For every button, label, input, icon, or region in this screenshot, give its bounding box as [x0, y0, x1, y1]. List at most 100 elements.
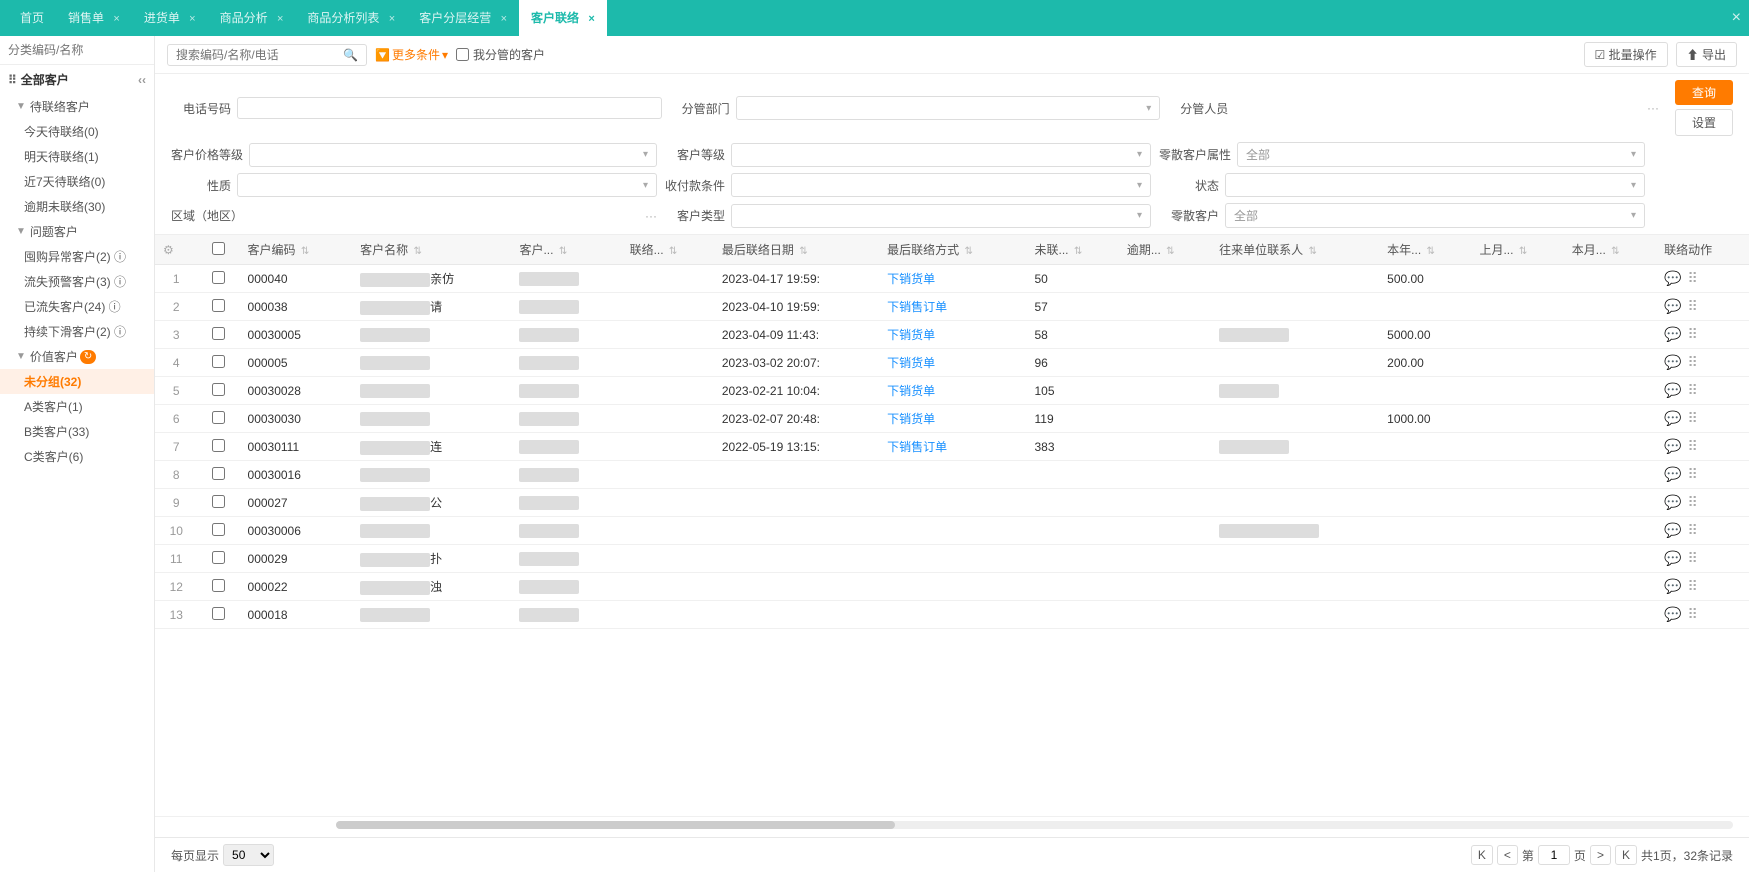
sidebar-churned[interactable]: 已流失客户(24) ⓘ: [0, 294, 154, 319]
nav-analysis[interactable]: 商品分析 ×: [208, 0, 296, 36]
message-icon[interactable]: 💬: [1664, 270, 1681, 287]
sort-icon[interactable]: ⇅: [669, 246, 677, 257]
nav-customer-tier[interactable]: 客户分层经营 ×: [407, 0, 519, 36]
message-icon[interactable]: 💬: [1664, 382, 1681, 399]
grid-action-icon[interactable]: ⠿: [1688, 466, 1698, 483]
nav-analysis-list[interactable]: 商品分析列表 ×: [295, 0, 407, 36]
row-checkbox[interactable]: [212, 383, 225, 396]
message-icon[interactable]: 💬: [1664, 354, 1681, 371]
message-icon[interactable]: 💬: [1664, 410, 1681, 427]
horizontal-scrollbar[interactable]: [336, 821, 1733, 829]
sidebar-churn-warning[interactable]: 流失预警客户(3) ⓘ: [0, 269, 154, 294]
next-page-button[interactable]: >: [1590, 845, 1611, 865]
row-checkbox[interactable]: [212, 523, 225, 536]
my-customers-check[interactable]: [456, 48, 469, 61]
last-page-button[interactable]: K: [1615, 845, 1637, 865]
grid-action-icon[interactable]: ⠿: [1688, 522, 1698, 539]
row-checkbox[interactable]: [212, 467, 225, 480]
customer-type-select[interactable]: ▾: [731, 204, 1151, 228]
message-icon[interactable]: 💬: [1664, 578, 1681, 595]
sort-icon[interactable]: ⇅: [301, 246, 309, 257]
nature-select[interactable]: ▾: [237, 173, 657, 197]
sort-icon[interactable]: ⇅: [1308, 246, 1316, 257]
sidebar-overdue-contact[interactable]: 逾期未联络(30): [0, 194, 154, 219]
scrollbar-thumb[interactable]: [336, 821, 895, 829]
select-all-checkbox[interactable]: [212, 242, 225, 255]
message-icon[interactable]: 💬: [1664, 298, 1681, 315]
row-checkbox[interactable]: [212, 439, 225, 452]
nav-sales[interactable]: 销售单 ×: [56, 0, 132, 36]
grid-action-icon[interactable]: ⠿: [1688, 550, 1698, 567]
grid-action-icon[interactable]: ⠿: [1688, 578, 1698, 595]
price-tier-select[interactable]: ▾: [249, 143, 657, 167]
manager-more-button[interactable]: ···: [1647, 101, 1659, 115]
grid-action-icon[interactable]: ⠿: [1688, 606, 1698, 623]
row-checkbox[interactable]: [212, 495, 225, 508]
close-all-button[interactable]: ×: [1732, 9, 1741, 27]
grid-action-icon[interactable]: ⠿: [1688, 382, 1698, 399]
sort-icon[interactable]: ⇅: [1519, 246, 1527, 257]
batch-operation-button[interactable]: ☑ 批量操作: [1584, 42, 1668, 67]
sort-icon[interactable]: ⇅: [799, 246, 807, 257]
close-icon[interactable]: ×: [501, 13, 507, 25]
sort-icon[interactable]: ⇅: [413, 246, 421, 257]
search-icon[interactable]: 🔍: [343, 48, 358, 62]
close-icon[interactable]: ×: [189, 13, 195, 25]
sidebar-unclassified[interactable]: 未分组(32): [0, 369, 154, 394]
gear-icon[interactable]: ⚙: [163, 243, 174, 257]
row-checkbox[interactable]: [212, 579, 225, 592]
status-select[interactable]: ▾: [1225, 173, 1645, 197]
close-icon[interactable]: ×: [113, 13, 119, 25]
grid-action-icon[interactable]: ⠿: [1688, 410, 1698, 427]
nav-customer-contact[interactable]: 客户联络 ×: [519, 0, 607, 36]
sidebar-tomorrow-pending[interactable]: 明天待联络(1): [0, 144, 154, 169]
chevron-left-icon[interactable]: ‹‹: [138, 73, 146, 87]
sidebar-a-class[interactable]: A类客户(1): [0, 394, 154, 419]
sidebar-declining[interactable]: 持续下滑客户(2) ⓘ: [0, 319, 154, 344]
row-checkbox[interactable]: [212, 411, 225, 424]
sidebar-today-pending[interactable]: 今天待联络(0): [0, 119, 154, 144]
grid-action-icon[interactable]: ⠿: [1688, 494, 1698, 511]
message-icon[interactable]: 💬: [1664, 466, 1681, 483]
sort-icon[interactable]: ⇅: [964, 246, 972, 257]
last-contact-way-link[interactable]: 下销货单: [887, 384, 935, 398]
row-checkbox[interactable]: [212, 327, 225, 340]
search-input[interactable]: [176, 48, 343, 62]
grid-action-icon[interactable]: ⠿: [1688, 354, 1698, 371]
grid-action-icon[interactable]: ⠿: [1688, 270, 1698, 287]
page-size-select[interactable]: 50 100 200: [223, 844, 274, 866]
last-contact-way-link[interactable]: 下销售订单: [887, 300, 947, 314]
message-icon[interactable]: 💬: [1664, 494, 1681, 511]
sidebar-b-class[interactable]: B类客户(33): [0, 419, 154, 444]
last-contact-way-link[interactable]: 下销售订单: [887, 440, 947, 454]
sidebar-hoarding-abnormal[interactable]: 囤购异常客户(2) ⓘ: [0, 244, 154, 269]
phone-input[interactable]: [237, 97, 662, 119]
sort-icon[interactable]: ⇅: [1166, 246, 1174, 257]
sort-icon[interactable]: ⇅: [1611, 246, 1619, 257]
sidebar-pending-contact[interactable]: ▼ 待联络客户: [0, 94, 154, 119]
last-contact-way-link[interactable]: 下销货单: [887, 412, 935, 426]
row-checkbox[interactable]: [212, 607, 225, 620]
message-icon[interactable]: 💬: [1664, 522, 1681, 539]
message-icon[interactable]: 💬: [1664, 550, 1681, 567]
query-button[interactable]: 查询: [1675, 80, 1733, 105]
row-checkbox[interactable]: [212, 299, 225, 312]
sort-icon[interactable]: ⇅: [559, 246, 567, 257]
close-icon[interactable]: ×: [588, 13, 594, 25]
sidebar-c-class[interactable]: C类客户(6): [0, 444, 154, 469]
prev-page-button[interactable]: <: [1497, 845, 1518, 865]
last-contact-way-link[interactable]: 下销货单: [887, 328, 935, 342]
close-icon[interactable]: ×: [277, 13, 283, 25]
customer-tier-select[interactable]: ▾: [731, 143, 1151, 167]
all-customers-title[interactable]: ⠿ 全部客户 ‹‹: [0, 65, 154, 94]
last-contact-way-link[interactable]: 下销货单: [887, 356, 935, 370]
sort-icon[interactable]: ⇅: [1427, 246, 1435, 257]
nav-home[interactable]: 首页: [8, 0, 56, 36]
first-page-button[interactable]: K: [1471, 845, 1493, 865]
export-button[interactable]: ⬆ 导出: [1676, 42, 1737, 67]
grid-action-icon[interactable]: ⠿: [1688, 298, 1698, 315]
sidebar-search-input[interactable]: [8, 43, 155, 57]
reset-button[interactable]: 设置: [1675, 109, 1733, 136]
payment-select[interactable]: ▾: [731, 173, 1151, 197]
row-checkbox[interactable]: [212, 355, 225, 368]
